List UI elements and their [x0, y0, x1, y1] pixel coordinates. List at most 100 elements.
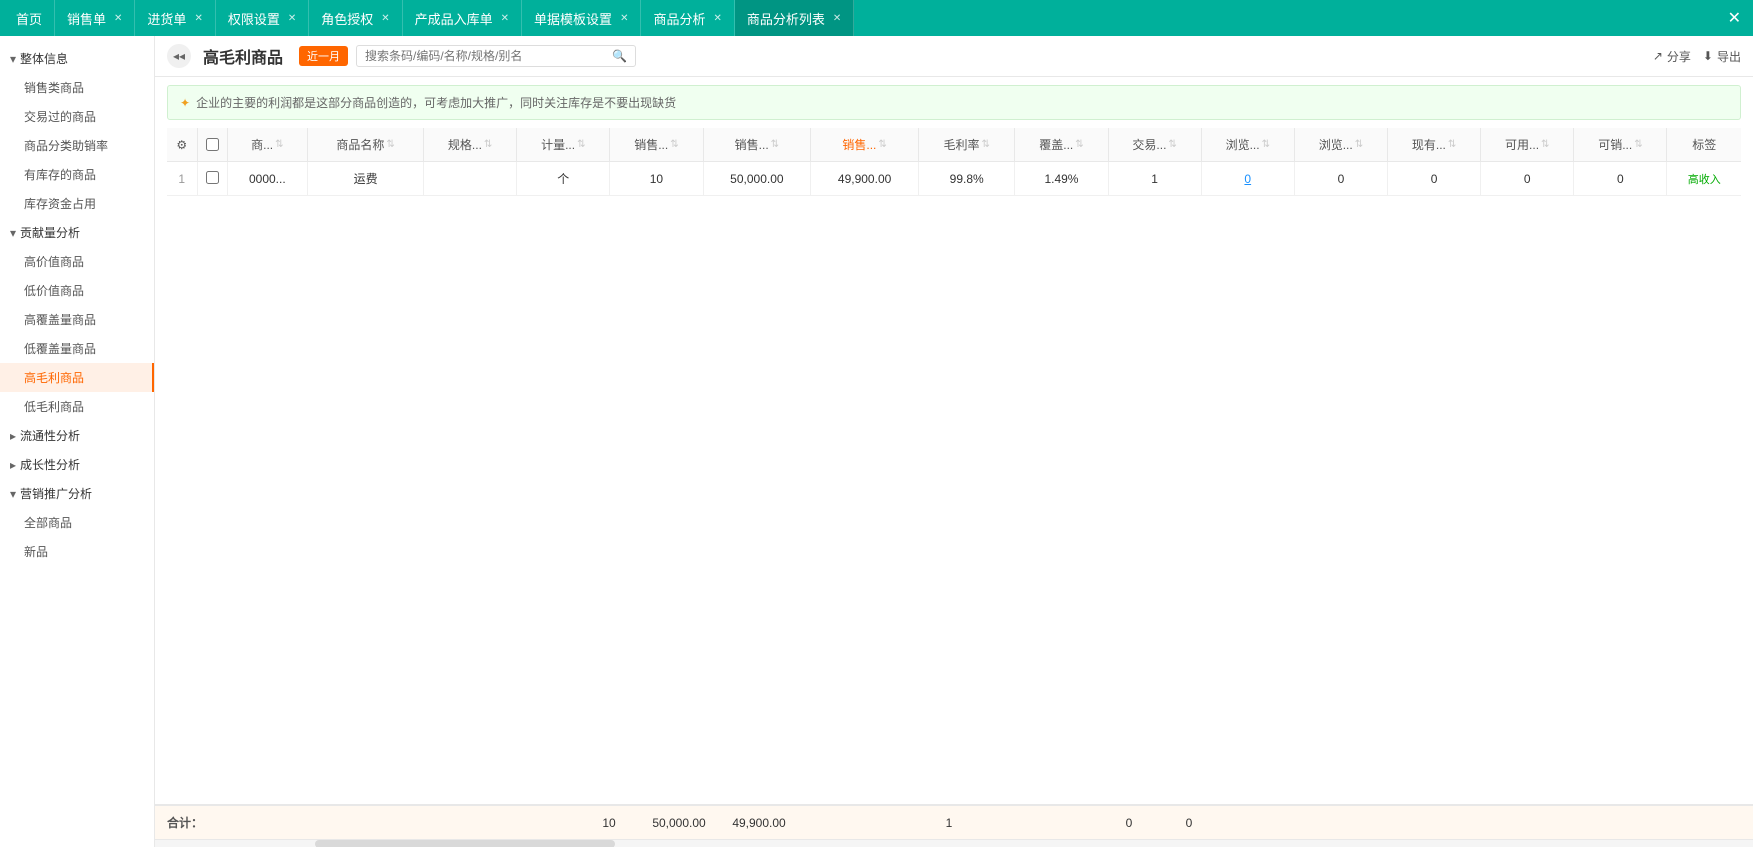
nav-tab-sales-label: 销售单 [67, 9, 106, 28]
arrow-down-icon-2: ▾ [10, 226, 16, 240]
share-icon: ↗ [1653, 49, 1663, 63]
table-wrapper[interactable]: ⚙ 商... ⇅ [155, 128, 1753, 804]
sidebar-group-contribution[interactable]: ▾ 贡献量分析 [0, 218, 154, 247]
horizontal-scrollbar[interactable] [155, 839, 1753, 847]
sidebar-group-overall[interactable]: ▾ 整体信息 [0, 44, 154, 73]
th-tag[interactable]: 标签 [1667, 128, 1741, 162]
sidebar-item-high-margin[interactable]: 高毛利商品 [0, 363, 154, 392]
th-code[interactable]: 商... ⇅ [227, 128, 308, 162]
row-browse1[interactable]: 0 [1201, 162, 1294, 196]
footer-available-stock: 0 [1159, 816, 1219, 830]
sort-icon-8: ⇅ [981, 139, 989, 150]
footer-sales-cost: 49,900.00 [719, 816, 799, 830]
export-icon: ⬇ [1703, 49, 1713, 63]
share-label: 分享 [1667, 48, 1691, 65]
th-available-stock[interactable]: 可用... ⇅ [1481, 128, 1574, 162]
sort-icon-12: ⇅ [1355, 139, 1363, 150]
nav-tab-analysis-list-close[interactable]: ✕ [833, 13, 841, 24]
arrow-down-icon: ▾ [10, 52, 16, 66]
nav-tab-template[interactable]: 单据模板设置 ✕ [522, 0, 641, 36]
sidebar-group-marketing[interactable]: ▾ 营销推广分析 [0, 479, 154, 508]
nav-tab-sales-close[interactable]: ✕ [114, 13, 122, 24]
nav-tab-analysis-close[interactable]: ✕ [713, 13, 721, 24]
nav-tab-purchase[interactable]: 进货单 ✕ [135, 0, 215, 36]
footer-label: 合计： [167, 814, 203, 831]
select-all-checkbox[interactable] [206, 138, 219, 151]
nav-tab-analysis-list-label: 商品分析列表 [747, 9, 825, 28]
th-saleable[interactable]: 可销... ⇅ [1574, 128, 1667, 162]
nav-tab-home[interactable]: 首页 [4, 0, 55, 36]
export-button[interactable]: ⬇ 导出 [1703, 48, 1741, 65]
sort-icon-5: ⇅ [670, 139, 678, 150]
sidebar-item-all-goods[interactable]: 全部商品 [0, 508, 154, 537]
search-box[interactable]: 🔍 [356, 45, 636, 67]
footer-trade: 1 [919, 816, 979, 830]
th-unit[interactable]: 计量... ⇅ [517, 128, 610, 162]
nav-tab-permissions[interactable]: 权限设置 ✕ [216, 0, 309, 36]
th-checkbox[interactable] [197, 128, 227, 162]
th-current-stock[interactable]: 现有... ⇅ [1388, 128, 1481, 162]
nav-tab-products-inbound[interactable]: 产成品入库单 ✕ [403, 0, 522, 36]
th-sales-amount[interactable]: 销售... ⇅ [703, 128, 811, 162]
nav-tab-template-close[interactable]: ✕ [620, 13, 628, 24]
sidebar-item-category-rate[interactable]: 商品分类助销率 [0, 131, 154, 160]
toolbar-actions: ↗ 分享 ⬇ 导出 [1653, 48, 1741, 65]
th-browse2[interactable]: 浏览... ⇅ [1294, 128, 1387, 162]
nav-close-all-button[interactable]: ✕ [1720, 8, 1749, 28]
data-table: ⚙ 商... ⇅ [167, 128, 1741, 196]
footer-sales-amount: 50,000.00 [639, 816, 719, 830]
nav-tab-roles-close[interactable]: ✕ [381, 13, 389, 24]
nav-tab-template-label: 单据模板设置 [534, 9, 612, 28]
th-sales-qty[interactable]: 销售... ⇅ [610, 128, 703, 162]
th-settings[interactable]: ⚙ [167, 128, 197, 162]
nav-tab-products-inbound-close[interactable]: ✕ [501, 13, 509, 24]
th-coverage[interactable]: 覆盖... ⇅ [1015, 128, 1108, 162]
info-banner: ✦ 企业的主要的利润都是这部分商品创造的，可考虑加大推广，同时关注库存是不要出现… [167, 85, 1741, 120]
th-name[interactable]: 商品名称 ⇅ [308, 128, 424, 162]
sort-icon-4: ⇅ [577, 139, 585, 150]
row-checkbox-cell[interactable] [197, 162, 227, 196]
nav-tab-sales[interactable]: 销售单 ✕ [55, 0, 135, 36]
th-spec[interactable]: 规格... ⇅ [424, 128, 517, 162]
nav-tab-analysis-list[interactable]: 商品分析列表 ✕ [735, 0, 854, 36]
row-code: 0000... [227, 162, 308, 196]
sidebar-item-sales-goods[interactable]: 销售类商品 [0, 73, 154, 102]
search-input[interactable] [365, 49, 608, 63]
sidebar-item-traded-goods[interactable]: 交易过的商品 [0, 102, 154, 131]
th-trade[interactable]: 交易... ⇅ [1108, 128, 1201, 162]
sidebar-item-high-value[interactable]: 高价值商品 [0, 247, 154, 276]
nav-tab-permissions-label: 权限设置 [228, 9, 280, 28]
sidebar-item-in-stock[interactable]: 有库存的商品 [0, 160, 154, 189]
row-unit: 个 [517, 162, 610, 196]
sort-icon-3: ⇅ [484, 139, 492, 150]
th-gross-margin[interactable]: 毛利率 ⇅ [918, 128, 1014, 162]
row-current-stock: 0 [1388, 162, 1481, 196]
sidebar-item-low-margin[interactable]: 低毛利商品 [0, 392, 154, 421]
scrollbar-thumb[interactable] [315, 840, 615, 847]
footer-sales-qty: 10 [579, 816, 639, 830]
sidebar-collapse-button[interactable]: ◂◂ [167, 44, 191, 68]
sidebar-item-low-coverage[interactable]: 低覆盖量商品 [0, 334, 154, 363]
sidebar-item-high-coverage[interactable]: 高覆盖量商品 [0, 305, 154, 334]
sidebar-item-low-value[interactable]: 低价值商品 [0, 276, 154, 305]
nav-tab-permissions-close[interactable]: ✕ [288, 13, 296, 24]
sidebar-group-growth[interactable]: ▸ 成长性分析 [0, 450, 154, 479]
export-label: 导出 [1717, 48, 1741, 65]
sidebar-item-new-goods[interactable]: 新品 [0, 537, 154, 566]
share-button[interactable]: ↗ 分享 [1653, 48, 1691, 65]
sort-icon-2: ⇅ [386, 139, 394, 150]
sidebar-item-stock-capital[interactable]: 库存资金占用 [0, 189, 154, 218]
row-tag: 高收入 [1667, 162, 1741, 196]
row-checkbox[interactable] [206, 171, 219, 184]
search-icon[interactable]: 🔍 [612, 49, 627, 63]
th-browse1[interactable]: 浏览... ⇅ [1201, 128, 1294, 162]
sort-icon-10: ⇅ [1168, 139, 1176, 150]
main-layout: ▾ 整体信息 销售类商品 交易过的商品 商品分类助销率 有库存的商品 库存资金占… [0, 36, 1753, 847]
th-sales-cost[interactable]: 销售... ⇅ [811, 128, 919, 162]
browse1-link[interactable]: 0 [1244, 172, 1251, 186]
nav-tab-analysis[interactable]: 商品分析 ✕ [641, 0, 734, 36]
period-badge[interactable]: 近一月 [299, 46, 348, 66]
nav-tab-roles[interactable]: 角色授权 ✕ [309, 0, 402, 36]
nav-tab-purchase-close[interactable]: ✕ [194, 13, 202, 24]
sidebar-group-liquidity[interactable]: ▸ 流通性分析 [0, 421, 154, 450]
